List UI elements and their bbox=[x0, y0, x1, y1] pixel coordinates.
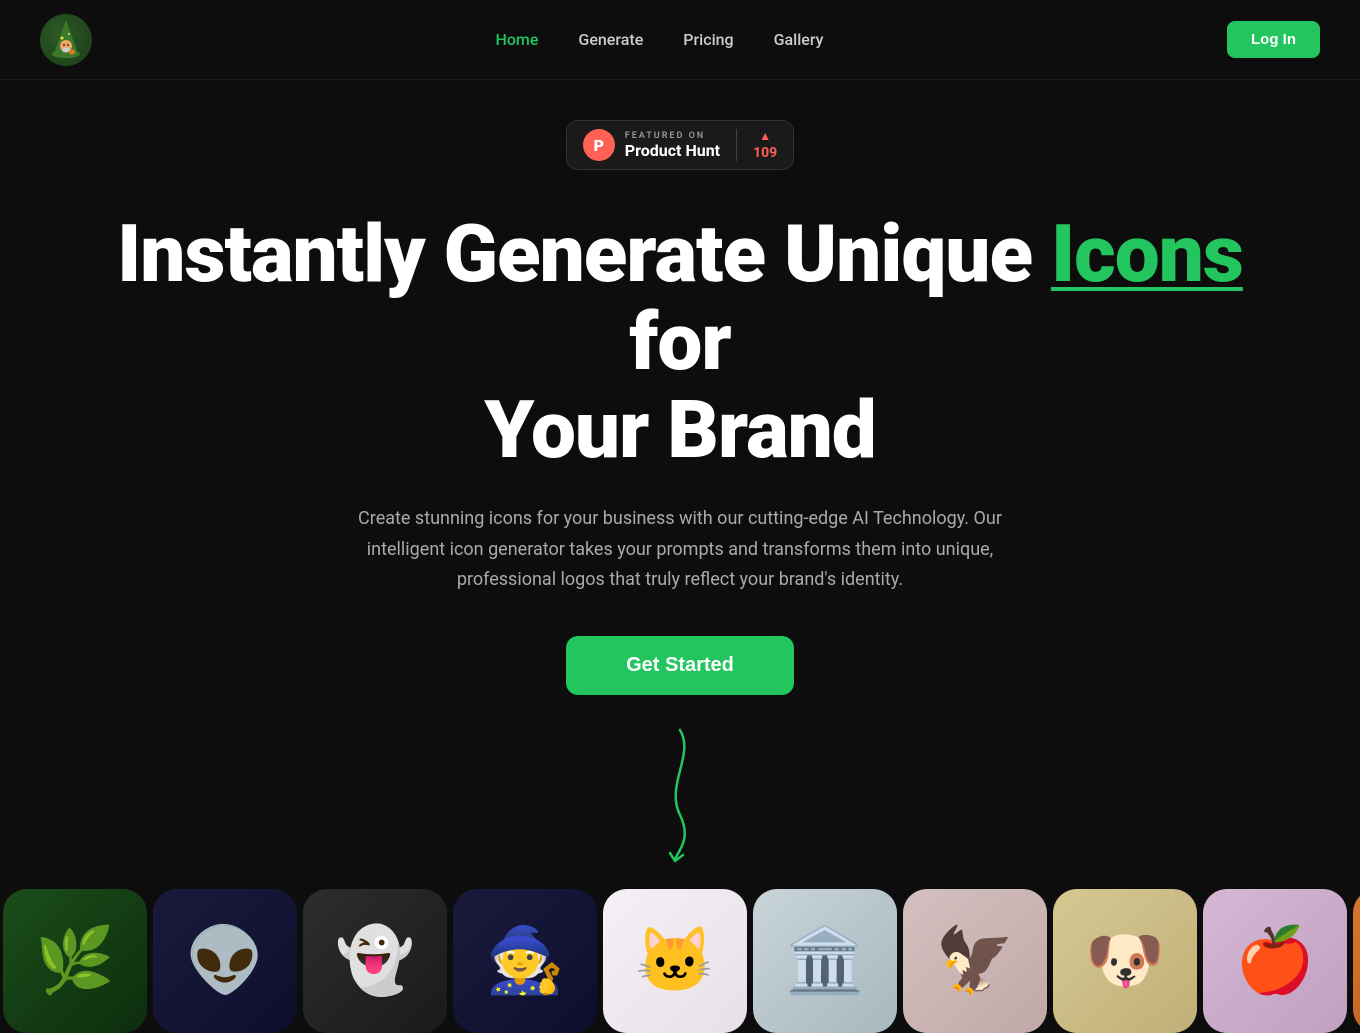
gallery-item-10: 🍊 bbox=[1353, 889, 1360, 1033]
nav-item-gallery[interactable]: Gallery bbox=[774, 30, 824, 49]
gallery-icon-8: 🐶 bbox=[1053, 889, 1197, 1033]
main-content: P FEATURED ON Product Hunt ▲ 109 Instant… bbox=[0, 80, 1360, 889]
gallery-icon-6: 🏛️ bbox=[753, 889, 897, 1033]
product-hunt-featured-label: FEATURED ON bbox=[625, 131, 705, 141]
hero-heading: Instantly Generate Unique Icons forYour … bbox=[80, 210, 1280, 474]
gallery-icon-10: 🍊 bbox=[1353, 889, 1360, 1033]
gallery-item-9: 🍎 bbox=[1203, 889, 1347, 1033]
gallery-icon-4: 🧙 bbox=[453, 889, 597, 1033]
login-button[interactable]: Log In bbox=[1227, 21, 1320, 58]
gallery-icon-7: 🦅 bbox=[903, 889, 1047, 1033]
product-hunt-logo: P bbox=[583, 129, 615, 161]
nav-item-pricing[interactable]: Pricing bbox=[683, 30, 733, 49]
gallery-item-2: 👽 bbox=[153, 889, 297, 1033]
product-hunt-name: Product Hunt bbox=[625, 141, 720, 160]
nav-links: Home Generate Pricing Gallery bbox=[495, 30, 823, 49]
hero-heading-accent: Icons bbox=[1051, 207, 1243, 301]
product-hunt-divider bbox=[736, 129, 737, 161]
gallery-item-7: 🦅 bbox=[903, 889, 1047, 1033]
logo-icon bbox=[40, 14, 92, 66]
navigation: Home Generate Pricing Gallery Log In bbox=[0, 0, 1360, 80]
gallery-item-3: 👻 bbox=[303, 889, 447, 1033]
gallery-strip: 🌿 👽 👻 🧙 🐱 🏛️ 🦅 🐶 🍎 🍊 bbox=[0, 889, 1360, 1033]
upvote-triangle-icon: ▲ bbox=[759, 129, 771, 143]
gallery-item-5: 🐱 bbox=[603, 889, 747, 1033]
product-hunt-text: FEATURED ON Product Hunt bbox=[625, 131, 720, 160]
product-hunt-score: ▲ 109 bbox=[753, 129, 777, 161]
nav-item-home[interactable]: Home bbox=[495, 30, 538, 49]
get-started-button[interactable]: Get Started bbox=[566, 636, 794, 695]
gallery-item-1: 🌿 bbox=[3, 889, 147, 1033]
gallery-item-8: 🐶 bbox=[1053, 889, 1197, 1033]
nav-item-generate[interactable]: Generate bbox=[578, 30, 643, 49]
hero-heading-part2: forYour Brand bbox=[484, 295, 875, 477]
gallery-icon-2: 👽 bbox=[153, 889, 297, 1033]
gallery-icon-3: 👻 bbox=[303, 889, 447, 1033]
gallery-icon-1: 🌿 bbox=[3, 889, 147, 1033]
gallery-icon-5: 🐱 bbox=[603, 889, 747, 1033]
gallery-item-6: 🏛️ bbox=[753, 889, 897, 1033]
product-hunt-count: 109 bbox=[753, 145, 777, 161]
gallery-icon-9: 🍎 bbox=[1203, 889, 1347, 1033]
product-hunt-badge[interactable]: P FEATURED ON Product Hunt ▲ 109 bbox=[566, 120, 794, 170]
hero-heading-part1: Instantly Generate Unique bbox=[117, 207, 1051, 301]
gallery-item-4: 🧙 bbox=[453, 889, 597, 1033]
hero-subheading: Create stunning icons for your business … bbox=[320, 504, 1040, 596]
logo[interactable] bbox=[40, 14, 92, 66]
arrow-decoration bbox=[650, 725, 710, 869]
